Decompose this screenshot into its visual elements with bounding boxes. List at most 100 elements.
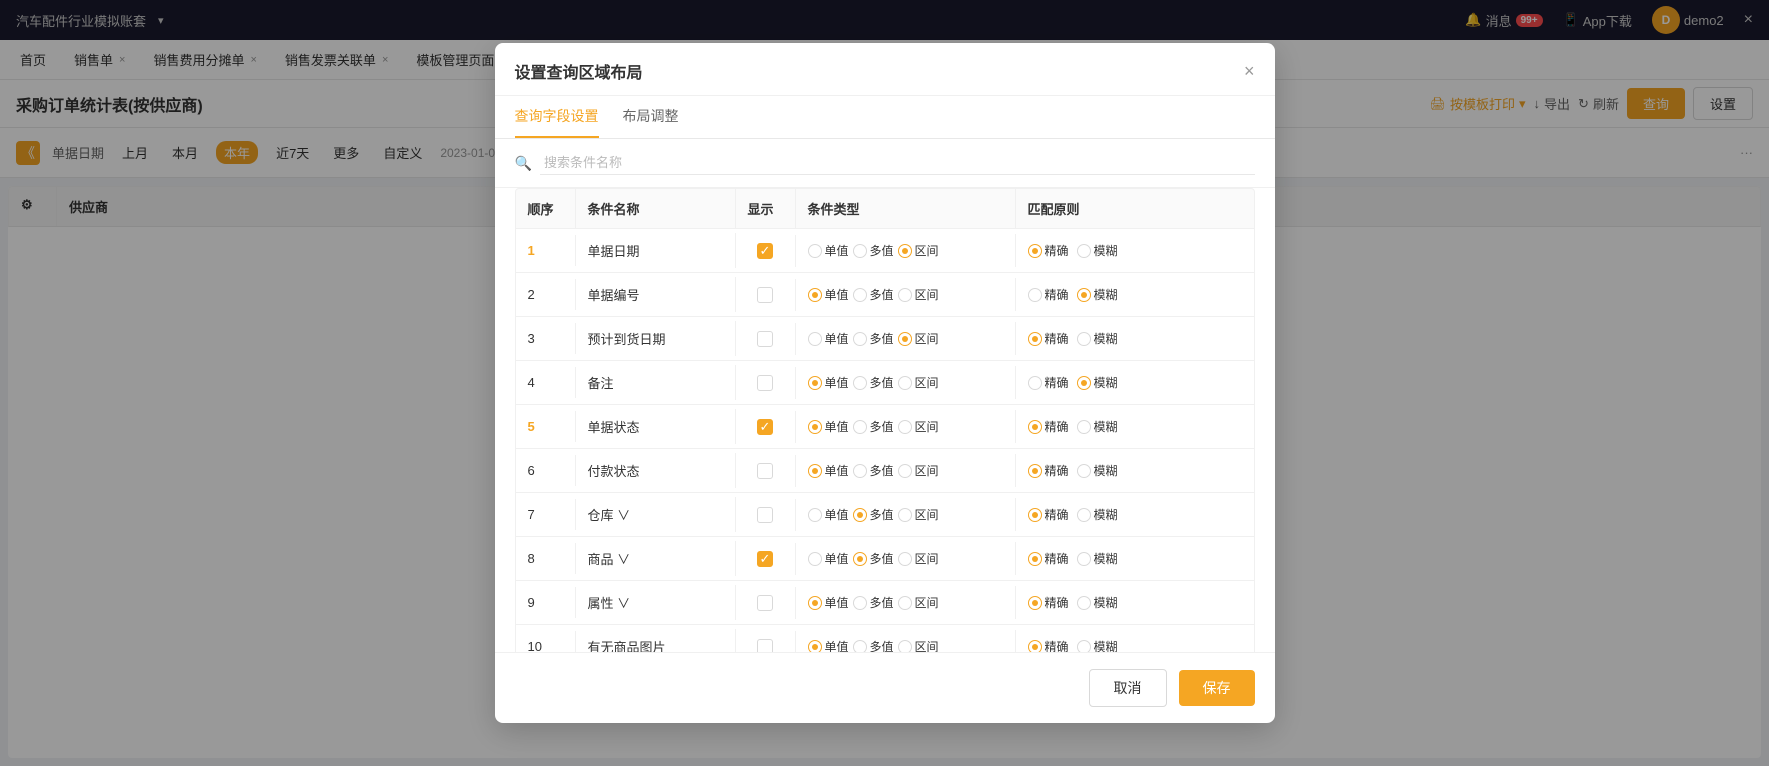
cell-display-9[interactable] (736, 587, 796, 619)
type-single-8[interactable]: 单值 (808, 550, 849, 567)
type-multi-9[interactable]: 多值 (853, 594, 894, 611)
type-range-5[interactable]: 区间 (898, 418, 939, 435)
match-exact-7[interactable]: 精确 (1028, 506, 1069, 523)
cell-type-2: 单值 多值 区间 (796, 278, 1016, 311)
type-multi-10[interactable]: 多值 (853, 638, 894, 652)
display-checkbox-9[interactable] (757, 595, 773, 611)
cell-display-4[interactable] (736, 367, 796, 399)
display-checkbox-2[interactable] (757, 287, 773, 303)
match-exact-6[interactable]: 精确 (1028, 462, 1069, 479)
type-single-2[interactable]: 单值 (808, 286, 849, 303)
match-exact-3[interactable]: 精确 (1028, 330, 1069, 347)
radio-multi-4-icon (853, 376, 867, 390)
save-button[interactable]: 保存 (1179, 670, 1255, 706)
display-checkbox-5[interactable]: ✓ (757, 419, 773, 435)
search-icon: 🔍 (515, 155, 532, 172)
type-range-8[interactable]: 区间 (898, 550, 939, 567)
type-range-7[interactable]: 区间 (898, 506, 939, 523)
match-group-5: 精确 模糊 (1028, 418, 1118, 435)
type-single-5[interactable]: 单值 (808, 418, 849, 435)
match-exact-10[interactable]: 精确 (1028, 638, 1069, 652)
table-row: 6 付款状态 单值 多值 区间 精确 模糊 (515, 449, 1255, 493)
type-multi-7[interactable]: 多值 (853, 506, 894, 523)
cell-display-10[interactable] (736, 631, 796, 653)
cell-display-6[interactable] (736, 455, 796, 487)
radio-single-2-icon (808, 288, 822, 302)
type-multi-3[interactable]: 多值 (853, 330, 894, 347)
match-fuzzy-1[interactable]: 模糊 (1077, 242, 1118, 259)
type-range-1[interactable]: 区间 (898, 242, 939, 259)
type-group-8: 单值 多值 区间 (808, 550, 939, 567)
cell-display-8[interactable]: ✓ (736, 543, 796, 575)
display-checkbox-8[interactable]: ✓ (757, 551, 773, 567)
match-fuzzy-8[interactable]: 模糊 (1077, 550, 1118, 567)
match-exact-1[interactable]: 精确 (1028, 242, 1069, 259)
display-checkbox-4[interactable] (757, 375, 773, 391)
type-single-6[interactable]: 单值 (808, 462, 849, 479)
match-exact-2[interactable]: 精确 (1028, 286, 1069, 303)
type-multi-1[interactable]: 多值 (853, 242, 894, 259)
radio-multi-2-icon (853, 288, 867, 302)
type-single-9[interactable]: 单值 (808, 594, 849, 611)
type-range-6[interactable]: 区间 (898, 462, 939, 479)
dialog-tab-layout-label: 布局调整 (623, 108, 679, 124)
dialog-close-button[interactable]: × (1244, 61, 1255, 82)
cell-display-3[interactable] (736, 323, 796, 355)
radio-range-6-icon (898, 464, 912, 478)
dialog-tab-query[interactable]: 查询字段设置 (515, 96, 599, 138)
match-fuzzy-9[interactable]: 模糊 (1077, 594, 1118, 611)
radio-fuzzy-9-icon (1077, 596, 1091, 610)
search-input[interactable] (540, 151, 1255, 175)
type-range-3[interactable]: 区间 (898, 330, 939, 347)
match-group-10: 精确 模糊 (1028, 638, 1118, 652)
match-fuzzy-3[interactable]: 模糊 (1077, 330, 1118, 347)
display-checkbox-3[interactable] (757, 331, 773, 347)
type-multi-2[interactable]: 多值 (853, 286, 894, 303)
save-label: 保存 (1203, 680, 1231, 696)
dialog-tab-query-label: 查询字段设置 (515, 108, 599, 124)
type-single-3[interactable]: 单值 (808, 330, 849, 347)
col-type: 条件类型 (796, 189, 1016, 228)
type-single-1[interactable]: 单值 (808, 242, 849, 259)
match-exact-9[interactable]: 精确 (1028, 594, 1069, 611)
cell-display-1[interactable]: ✓ (736, 235, 796, 267)
display-checkbox-10[interactable] (757, 639, 773, 653)
type-multi-6[interactable]: 多值 (853, 462, 894, 479)
type-range-4[interactable]: 区间 (898, 374, 939, 391)
match-fuzzy-6[interactable]: 模糊 (1077, 462, 1118, 479)
match-fuzzy-10[interactable]: 模糊 (1077, 638, 1118, 652)
match-fuzzy-5[interactable]: 模糊 (1077, 418, 1118, 435)
cell-display-2[interactable] (736, 279, 796, 311)
type-multi-8[interactable]: 多值 (853, 550, 894, 567)
type-multi-5[interactable]: 多值 (853, 418, 894, 435)
cell-match-8: 精确 模糊 (1016, 542, 1275, 575)
dialog-header: 设置查询区域布局 × (495, 43, 1275, 96)
type-single-4[interactable]: 单值 (808, 374, 849, 391)
cancel-button[interactable]: 取消 (1089, 669, 1167, 707)
match-exact-8[interactable]: 精确 (1028, 550, 1069, 567)
display-checkbox-7[interactable] (757, 507, 773, 523)
type-single-7[interactable]: 单值 (808, 506, 849, 523)
type-range-9[interactable]: 区间 (898, 594, 939, 611)
dialog-tab-layout[interactable]: 布局调整 (623, 96, 679, 138)
match-fuzzy-7[interactable]: 模糊 (1077, 506, 1118, 523)
cell-order-4: 4 (516, 367, 576, 398)
match-exact-5[interactable]: 精确 (1028, 418, 1069, 435)
display-checkbox-1[interactable]: ✓ (757, 243, 773, 259)
type-single-10[interactable]: 单值 (808, 638, 849, 652)
match-fuzzy-4[interactable]: 模糊 (1077, 374, 1118, 391)
match-group-7: 精确 模糊 (1028, 506, 1118, 523)
dialog-footer: 取消 保存 (495, 652, 1275, 723)
type-multi-4[interactable]: 多值 (853, 374, 894, 391)
cell-display-7[interactable] (736, 499, 796, 531)
type-range-10[interactable]: 区间 (898, 638, 939, 652)
cell-display-5[interactable]: ✓ (736, 411, 796, 443)
type-range-2[interactable]: 区间 (898, 286, 939, 303)
cell-type-10: 单值 多值 区间 (796, 630, 1016, 652)
match-exact-4[interactable]: 精确 (1028, 374, 1069, 391)
radio-exact-10-icon (1028, 640, 1042, 653)
display-checkbox-6[interactable] (757, 463, 773, 479)
radio-exact-1-icon (1028, 244, 1042, 258)
match-fuzzy-2[interactable]: 模糊 (1077, 286, 1118, 303)
radio-exact-6-icon (1028, 464, 1042, 478)
